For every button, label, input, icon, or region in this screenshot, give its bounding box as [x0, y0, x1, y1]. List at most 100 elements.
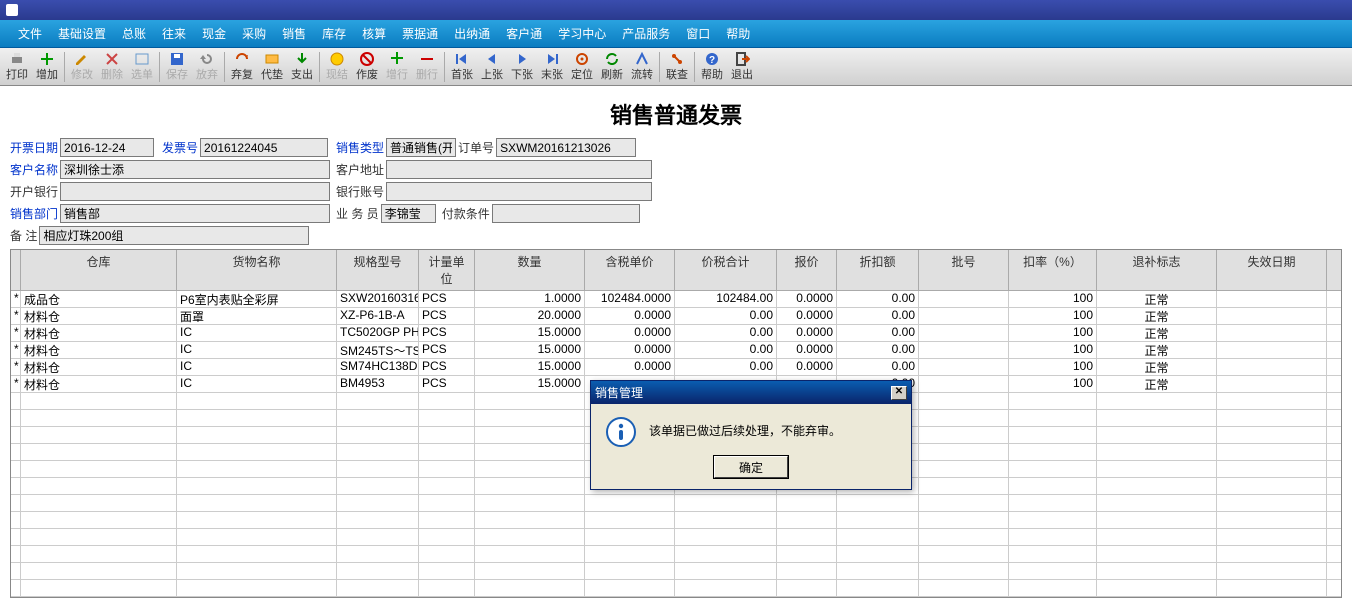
- column-header[interactable]: 规格型号: [337, 250, 419, 290]
- toolbar-revert-button[interactable]: 弃复: [227, 50, 257, 84]
- toolbar-first-button[interactable]: 首张: [447, 50, 477, 84]
- toolbar-add-button[interactable]: 增加: [32, 50, 62, 84]
- cell-spec[interactable]: SM74HC138D P: [337, 359, 419, 375]
- input-invoice-date[interactable]: [60, 138, 154, 157]
- column-header[interactable]: 退补标志: [1097, 250, 1217, 290]
- cell-name[interactable]: P6室内表贴全彩屏: [177, 291, 337, 307]
- toolbar-next-button[interactable]: 下张: [507, 50, 537, 84]
- cell-total[interactable]: 0.00: [675, 342, 777, 358]
- cell-exp[interactable]: [1217, 291, 1327, 307]
- menu-item[interactable]: 采购: [234, 20, 274, 48]
- cell-unit[interactable]: PCS: [419, 359, 475, 375]
- toolbar-flow-button[interactable]: 流转: [627, 50, 657, 84]
- cell-exp[interactable]: [1217, 376, 1327, 392]
- input-customer-addr[interactable]: [386, 160, 652, 179]
- cell-spec[interactable]: XZ-P6-1B-A: [337, 308, 419, 324]
- menu-item[interactable]: 总账: [114, 20, 154, 48]
- cell-flag[interactable]: 正常: [1097, 359, 1217, 375]
- column-header[interactable]: 含税单价: [585, 250, 675, 290]
- toolbar-prev-button[interactable]: 上张: [477, 50, 507, 84]
- menu-item[interactable]: 基础设置: [50, 20, 114, 48]
- toolbar-ticket-button[interactable]: 代垫: [257, 50, 287, 84]
- cell-wh[interactable]: 材料仓: [21, 376, 177, 392]
- cell-exp[interactable]: [1217, 359, 1327, 375]
- table-row-empty[interactable]: [11, 529, 1341, 546]
- column-header[interactable]: 计量单位: [419, 250, 475, 290]
- menu-item[interactable]: 库存: [314, 20, 354, 48]
- menu-item[interactable]: 帮助: [718, 20, 758, 48]
- cell-flag[interactable]: 正常: [1097, 342, 1217, 358]
- cell-flag[interactable]: 正常: [1097, 291, 1217, 307]
- close-icon[interactable]: ✕: [891, 386, 907, 400]
- cell-qty[interactable]: 15.0000: [475, 325, 585, 341]
- table-row[interactable]: *材料仓ICSM245TS～TSSOPCS15.00000.00000.000.…: [11, 342, 1341, 359]
- cell-unit[interactable]: PCS: [419, 291, 475, 307]
- toolbar-refresh-button[interactable]: 刷新: [597, 50, 627, 84]
- toolbar-out-button[interactable]: 支出: [287, 50, 317, 84]
- input-sale-type[interactable]: [386, 138, 456, 157]
- cell-wh[interactable]: 材料仓: [21, 359, 177, 375]
- cell-name[interactable]: 面罩: [177, 308, 337, 324]
- column-header[interactable]: 折扣额: [837, 250, 919, 290]
- cell-total[interactable]: 0.00: [675, 308, 777, 324]
- cell-unit[interactable]: PCS: [419, 342, 475, 358]
- table-row[interactable]: *材料仓ICTC5020GP PH=0PCS15.00000.00000.000…: [11, 325, 1341, 342]
- input-operator[interactable]: [381, 204, 436, 223]
- column-header[interactable]: 报价: [777, 250, 837, 290]
- cell-qty[interactable]: 15.0000: [475, 376, 585, 392]
- cell-rate[interactable]: 100: [1009, 359, 1097, 375]
- cell-quote[interactable]: 0.0000: [777, 325, 837, 341]
- cell-flag[interactable]: 正常: [1097, 308, 1217, 324]
- table-row-empty[interactable]: [11, 546, 1341, 563]
- cell-wh[interactable]: 材料仓: [21, 325, 177, 341]
- cell-uprice[interactable]: 0.0000: [585, 325, 675, 341]
- cell-qty[interactable]: 15.0000: [475, 359, 585, 375]
- menu-item[interactable]: 往来: [154, 20, 194, 48]
- menu-item[interactable]: 产品服务: [614, 20, 678, 48]
- menu-item[interactable]: 销售: [274, 20, 314, 48]
- cell-quote[interactable]: 0.0000: [777, 359, 837, 375]
- cell-uprice[interactable]: 0.0000: [585, 342, 675, 358]
- input-order-no[interactable]: [496, 138, 636, 157]
- input-customer-name[interactable]: [60, 160, 330, 179]
- cell-wh[interactable]: 材料仓: [21, 342, 177, 358]
- menu-item[interactable]: 票据通: [394, 20, 446, 48]
- column-header[interactable]: 数量: [475, 250, 585, 290]
- table-row[interactable]: *材料仓面罩XZ-P6-1B-APCS20.00000.00000.000.00…: [11, 308, 1341, 325]
- cell-exp[interactable]: [1217, 342, 1327, 358]
- cell-batch[interactable]: [919, 308, 1009, 324]
- menu-item[interactable]: 出纳通: [446, 20, 498, 48]
- ok-button[interactable]: 确定: [714, 456, 788, 478]
- cell-rate[interactable]: 100: [1009, 308, 1097, 324]
- cell-name[interactable]: IC: [177, 325, 337, 341]
- toolbar-void-button[interactable]: 作废: [352, 50, 382, 84]
- cell-total[interactable]: 0.00: [675, 359, 777, 375]
- cell-disc[interactable]: 0.00: [837, 291, 919, 307]
- cell-spec[interactable]: TC5020GP PH=0: [337, 325, 419, 341]
- toolbar-locate-button[interactable]: 定位: [567, 50, 597, 84]
- toolbar-link-button[interactable]: 联查: [662, 50, 692, 84]
- menu-item[interactable]: 文件: [10, 20, 50, 48]
- cell-rate[interactable]: 100: [1009, 325, 1097, 341]
- cell-flag[interactable]: 正常: [1097, 325, 1217, 341]
- menu-item[interactable]: 窗口: [678, 20, 718, 48]
- cell-wh[interactable]: 成品仓: [21, 291, 177, 307]
- table-row-empty[interactable]: [11, 512, 1341, 529]
- cell-name[interactable]: IC: [177, 376, 337, 392]
- cell-disc[interactable]: 0.00: [837, 342, 919, 358]
- column-header[interactable]: 仓库: [21, 250, 177, 290]
- cell-rate[interactable]: 100: [1009, 342, 1097, 358]
- input-bank[interactable]: [60, 182, 330, 201]
- cell-quote[interactable]: 0.0000: [777, 308, 837, 324]
- cell-exp[interactable]: [1217, 308, 1327, 324]
- menu-item[interactable]: 核算: [354, 20, 394, 48]
- cell-disc[interactable]: 0.00: [837, 308, 919, 324]
- cell-total[interactable]: 0.00: [675, 325, 777, 341]
- column-header[interactable]: 扣率（%）: [1009, 250, 1097, 290]
- cell-qty[interactable]: 15.0000: [475, 342, 585, 358]
- cell-spec[interactable]: SM245TS～TSSO: [337, 342, 419, 358]
- column-header[interactable]: 货物名称: [177, 250, 337, 290]
- input-invoice-no[interactable]: [200, 138, 328, 157]
- cell-batch[interactable]: [919, 359, 1009, 375]
- table-row-empty[interactable]: [11, 580, 1341, 597]
